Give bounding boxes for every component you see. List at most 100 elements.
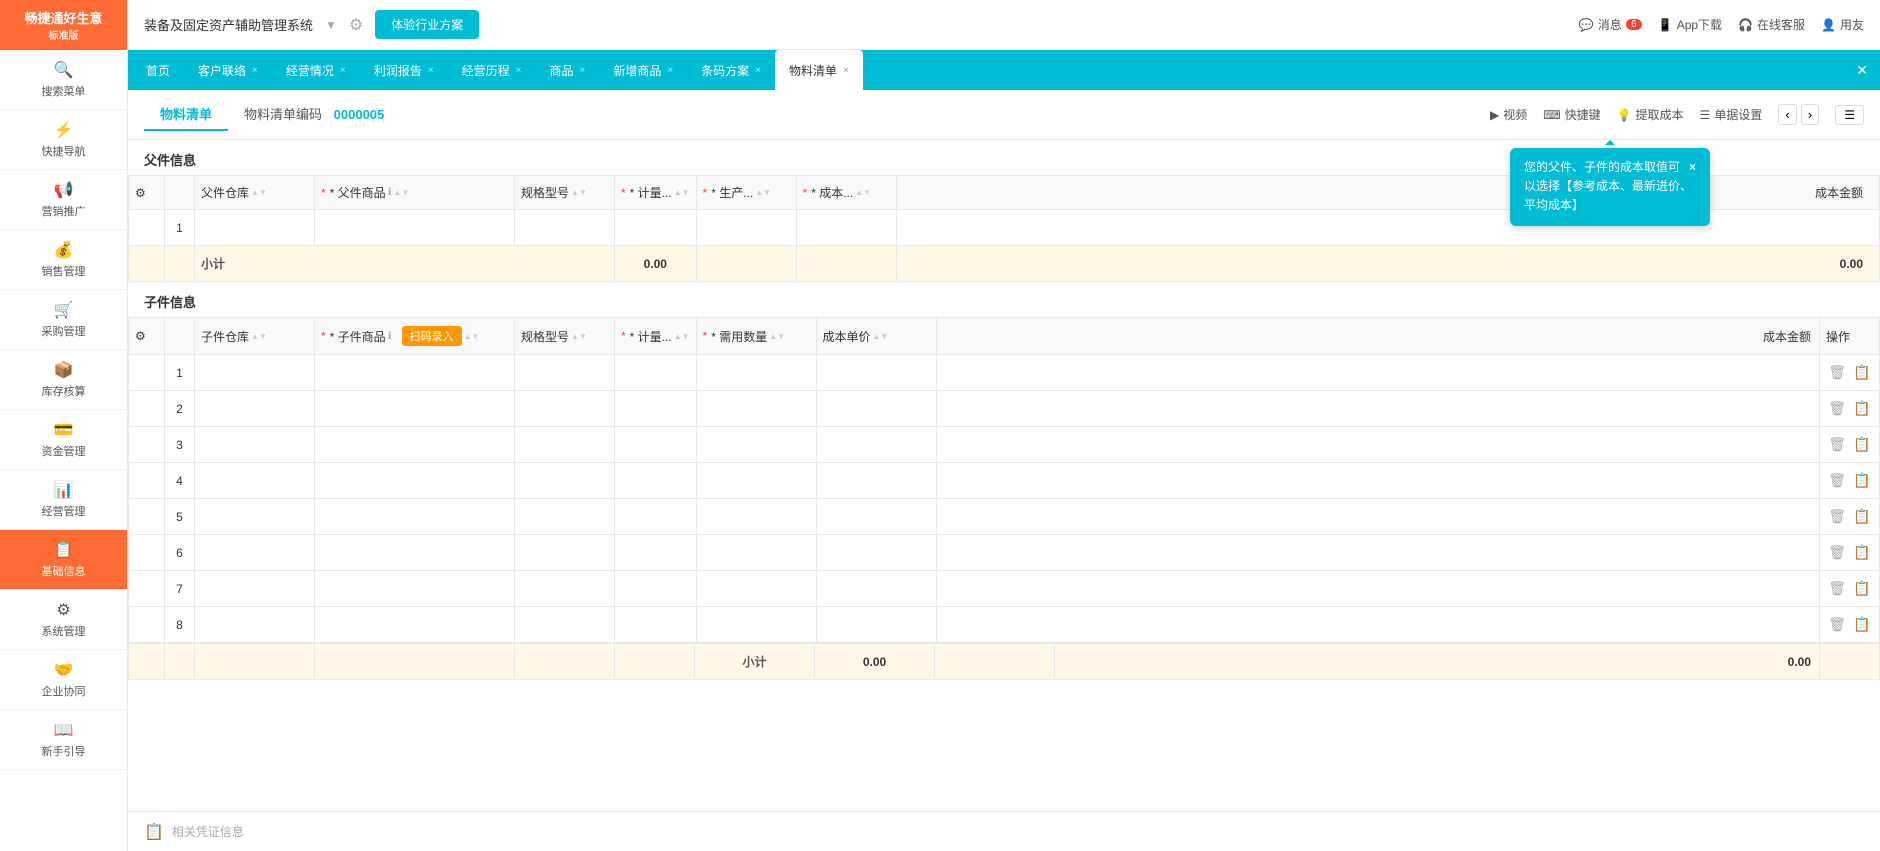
topbar-settings-icon[interactable]: ⚙ (349, 15, 363, 35)
parent-row-unit[interactable] (615, 210, 697, 246)
sidebar-item-7[interactable]: 📊经营管理 (0, 470, 127, 530)
copy-icon-1[interactable]: 📋 (1853, 400, 1870, 416)
child-row-product-3[interactable] (315, 463, 515, 499)
child-row-qty-2[interactable] (696, 427, 816, 463)
child-row-qty-4[interactable] (696, 499, 816, 535)
copy-icon-2[interactable]: 📋 (1853, 436, 1870, 452)
child-row-spec-2[interactable] (515, 427, 615, 463)
dropdown-arrow-icon[interactable]: ▼ (325, 18, 337, 32)
child-row-unit-6[interactable] (615, 571, 697, 607)
child-row-qty-0[interactable] (696, 355, 816, 391)
child-row-unit-0[interactable] (615, 355, 697, 391)
sidebar-item-8[interactable]: 📋基础信息 (0, 530, 127, 590)
child-row-spec-7[interactable] (515, 607, 615, 643)
nav-tab-7[interactable]: 条码方案× (687, 50, 775, 90)
view-item[interactable]: ▶ 视频 (1490, 106, 1527, 123)
extract-cost-item[interactable]: 💡 提取成本 (1617, 106, 1684, 123)
sidebar-item-2[interactable]: 📢营销推广 (0, 170, 127, 230)
nav-tab-close-2[interactable]: × (340, 65, 346, 76)
grid-view-btn[interactable]: ☰ (1835, 105, 1864, 125)
child-row-unit-cost-1[interactable] (816, 391, 936, 427)
nav-tab-1[interactable]: 客户联络× (184, 50, 272, 90)
child-row-spec-1[interactable] (515, 391, 615, 427)
child-row-unit-3[interactable] (615, 463, 697, 499)
delete-icon-0[interactable]: 🗑 (1828, 364, 1846, 380)
child-row-spec-0[interactable] (515, 355, 615, 391)
sidebar-item-0[interactable]: 🔍搜索菜单 (0, 50, 127, 110)
sidebar-item-6[interactable]: 💳资金管理 (0, 410, 127, 470)
nav-tab-close-5[interactable]: × (579, 65, 585, 76)
child-row-product-7[interactable] (315, 607, 515, 643)
sub-tab-bill[interactable]: 物料清单 (144, 98, 228, 131)
child-row-unit-cost-2[interactable] (816, 427, 936, 463)
user-item[interactable]: 👤 用友 (1821, 16, 1864, 33)
parent-row-prod[interactable] (696, 210, 796, 246)
gear-icon[interactable]: ⚙ (135, 186, 146, 200)
child-row-product-1[interactable] (315, 391, 515, 427)
child-row-spec-6[interactable] (515, 571, 615, 607)
child-row-spec-4[interactable] (515, 499, 615, 535)
child-row-qty-5[interactable] (696, 535, 816, 571)
child-row-unit-1[interactable] (615, 391, 697, 427)
shortcut-item[interactable]: ⌨ 快捷键 (1543, 106, 1600, 123)
child-row-warehouse-5[interactable] (195, 535, 315, 571)
child-row-product-4[interactable] (315, 499, 515, 535)
nav-tab-6[interactable]: 新增商品× (599, 50, 687, 90)
tooltip-close-icon[interactable]: × (1689, 158, 1696, 177)
nav-tab-close-1[interactable]: × (252, 65, 258, 76)
child-row-unit-cost-3[interactable] (816, 463, 936, 499)
trial-button[interactable]: 体验行业方案 (375, 10, 479, 39)
delete-icon-1[interactable]: 🗑 (1828, 400, 1846, 416)
child-row-product-6[interactable] (315, 571, 515, 607)
child-row-product-0[interactable] (315, 355, 515, 391)
sidebar-item-9[interactable]: ⚙系统管理 (0, 590, 127, 650)
child-row-warehouse-0[interactable] (195, 355, 315, 391)
close-all-tabs-icon[interactable]: ✕ (1848, 62, 1876, 79)
child-row-spec-5[interactable] (515, 535, 615, 571)
copy-icon-4[interactable]: 📋 (1853, 508, 1870, 524)
child-row-unit-2[interactable] (615, 427, 697, 463)
nav-tab-close-7[interactable]: × (755, 65, 761, 76)
nav-tab-close-3[interactable]: × (428, 65, 434, 76)
sidebar-item-5[interactable]: 📦库存核算 (0, 350, 127, 410)
child-row-unit-5[interactable] (615, 535, 697, 571)
nav-tab-close-6[interactable]: × (667, 65, 673, 76)
nav-tab-2[interactable]: 经营情况× (272, 50, 360, 90)
nav-tab-0[interactable]: 首页 (132, 50, 184, 90)
delete-icon-3[interactable]: 🗑 (1828, 472, 1846, 488)
parent-row-cost[interactable] (796, 210, 896, 246)
child-row-qty-7[interactable] (696, 607, 816, 643)
sidebar-item-11[interactable]: 📖新手引导 (0, 710, 127, 770)
child-row-warehouse-4[interactable] (195, 499, 315, 535)
sidebar-item-3[interactable]: 💰销售管理 (0, 230, 127, 290)
nav-tab-close-4[interactable]: × (516, 65, 522, 76)
child-row-unit-cost-7[interactable] (816, 607, 936, 643)
sidebar-item-4[interactable]: 🛒采购管理 (0, 290, 127, 350)
child-row-product-5[interactable] (315, 535, 515, 571)
next-btn[interactable]: › (1801, 104, 1819, 125)
child-row-warehouse-7[interactable] (195, 607, 315, 643)
sub-tab-code-label[interactable]: 物料清单编码 (244, 107, 322, 122)
parent-row-warehouse[interactable] (195, 210, 315, 246)
single-settings-item[interactable]: ☰ 单据设置 (1700, 106, 1763, 123)
child-row-qty-6[interactable] (696, 571, 816, 607)
copy-icon-5[interactable]: 📋 (1853, 544, 1870, 560)
sidebar-item-10[interactable]: 🤝企业协同 (0, 650, 127, 710)
message-item[interactable]: 💬 消息 6 (1579, 16, 1642, 33)
delete-icon-2[interactable]: 🗑 (1828, 436, 1846, 452)
sidebar-item-1[interactable]: ⚡快捷导航 (0, 110, 127, 170)
copy-icon-7[interactable]: 📋 (1853, 616, 1870, 632)
child-row-qty-3[interactable] (696, 463, 816, 499)
nav-tab-5[interactable]: 商品× (535, 50, 599, 90)
copy-icon-0[interactable]: 📋 (1853, 364, 1870, 380)
child-row-warehouse-1[interactable] (195, 391, 315, 427)
nav-tab-close-8[interactable]: × (843, 65, 849, 76)
child-row-product-2[interactable] (315, 427, 515, 463)
delete-icon-4[interactable]: 🗑 (1828, 508, 1846, 524)
child-row-unit-4[interactable] (615, 499, 697, 535)
copy-icon-6[interactable]: 📋 (1853, 580, 1870, 596)
child-row-unit-cost-5[interactable] (816, 535, 936, 571)
nav-tab-8[interactable]: 物料清单× (775, 50, 863, 90)
nav-tab-3[interactable]: 利润报告× (360, 50, 448, 90)
child-row-unit-cost-0[interactable] (816, 355, 936, 391)
